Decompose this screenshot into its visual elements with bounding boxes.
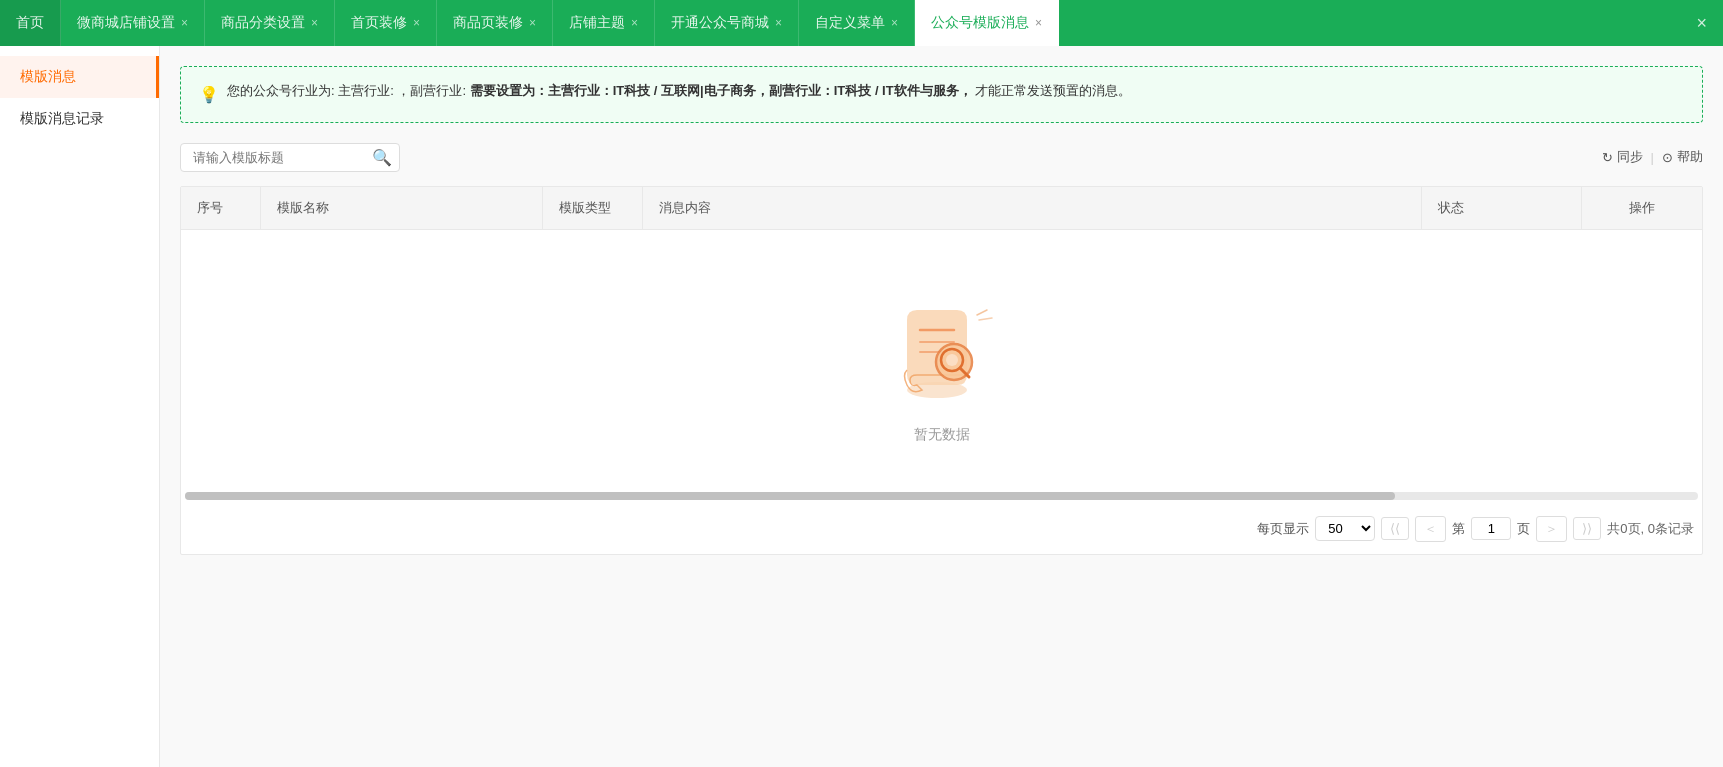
toolbar-right: ↻ 同步 | ⊙ 帮助 bbox=[1602, 148, 1703, 166]
nav-custom-menu[interactable]: 自定义菜单 × bbox=[799, 0, 915, 46]
sync-icon: ↻ bbox=[1602, 150, 1613, 165]
nav-product-page[interactable]: 商品页装修 × bbox=[437, 0, 553, 46]
nav-wsc-label: 微商城店铺设置 bbox=[77, 14, 175, 32]
horizontal-scrollbar[interactable] bbox=[181, 488, 1702, 504]
th-action: 操作 bbox=[1582, 187, 1702, 229]
nav-category[interactable]: 商品分类设置 × bbox=[205, 0, 335, 46]
page-next-button[interactable]: ＞ bbox=[1536, 516, 1567, 542]
page-label-first: 第 bbox=[1452, 520, 1465, 538]
toolbar: 🔍 ↻ 同步 | ⊙ 帮助 bbox=[180, 143, 1703, 172]
page-first-button[interactable]: ⟨⟨ bbox=[1381, 517, 1409, 540]
content-area: 💡 您的公众号行业为: 主营行业: ，副营行业: 需要设置为：主营行业：IT科技… bbox=[160, 46, 1723, 767]
search-wrap: 🔍 bbox=[180, 143, 400, 172]
nav-wsc[interactable]: 微商城店铺设置 × bbox=[61, 0, 205, 46]
empty-text: 暂无数据 bbox=[914, 426, 970, 444]
sidebar-item-template-msg[interactable]: 模版消息 bbox=[0, 56, 159, 98]
search-input[interactable] bbox=[180, 143, 400, 172]
empty-state: 暂无数据 bbox=[181, 230, 1702, 484]
page-prev-button[interactable]: ＜ bbox=[1415, 516, 1446, 542]
nav-category-close[interactable]: × bbox=[311, 16, 318, 30]
main-layout: 模版消息 模版消息记录 💡 您的公众号行业为: 主营行业: ，副营行业: 需要设… bbox=[0, 46, 1723, 767]
page-size-select[interactable]: 50 10 20 100 bbox=[1315, 516, 1375, 541]
notice-box: 💡 您的公众号行业为: 主营行业: ，副营行业: 需要设置为：主营行业：IT科技… bbox=[180, 66, 1703, 123]
nav-custom-menu-label: 自定义菜单 bbox=[815, 14, 885, 32]
sync-button[interactable]: ↻ 同步 bbox=[1602, 148, 1643, 166]
table-header: 序号 模版名称 模版类型 消息内容 状态 操作 bbox=[181, 187, 1702, 230]
page-size-label: 每页显示 bbox=[1257, 520, 1309, 538]
th-status: 状态 bbox=[1422, 187, 1582, 229]
nav-home-label: 首页 bbox=[16, 14, 44, 32]
nav-theme-label: 店铺主题 bbox=[569, 14, 625, 32]
nav-open-mall[interactable]: 开通公众号商城 × bbox=[655, 0, 799, 46]
page-total: 共0页, 0条记录 bbox=[1607, 520, 1694, 538]
page-input[interactable] bbox=[1471, 517, 1511, 540]
toolbar-divider: | bbox=[1651, 150, 1654, 165]
nav-open-mall-close[interactable]: × bbox=[775, 16, 782, 30]
notice-text: 您的公众号行业为: 主营行业: ，副营行业: 需要设置为：主营行业：IT科技 /… bbox=[227, 81, 1684, 102]
nav-category-label: 商品分类设置 bbox=[221, 14, 305, 32]
th-name: 模版名称 bbox=[261, 187, 543, 229]
nav-homepage[interactable]: 首页装修 × bbox=[335, 0, 437, 46]
lightbulb-icon: 💡 bbox=[199, 82, 219, 108]
th-seq: 序号 bbox=[181, 187, 261, 229]
data-table: 序号 模版名称 模版类型 消息内容 状态 操作 bbox=[180, 186, 1703, 555]
pagination: 每页显示 50 10 20 100 ⟨⟨ ＜ 第 页 ＞ ⟩⟩ 共0页, 0条记… bbox=[181, 504, 1702, 554]
nav-template-msg[interactable]: 公众号模版消息 × bbox=[915, 0, 1059, 46]
nav-product-page-label: 商品页装修 bbox=[453, 14, 523, 32]
sidebar-item-template-msg-record[interactable]: 模版消息记录 bbox=[0, 98, 159, 140]
nav-home[interactable]: 首页 bbox=[0, 0, 61, 46]
nav-template-msg-close[interactable]: × bbox=[1035, 16, 1042, 30]
th-type: 模版类型 bbox=[543, 187, 643, 229]
svg-line-8 bbox=[977, 310, 987, 315]
nav-homepage-label: 首页装修 bbox=[351, 14, 407, 32]
nav-template-msg-label: 公众号模版消息 bbox=[931, 14, 1029, 32]
nav-homepage-close[interactable]: × bbox=[413, 16, 420, 30]
svg-line-9 bbox=[979, 318, 992, 320]
sidebar: 模版消息 模版消息记录 bbox=[0, 46, 160, 767]
empty-illustration bbox=[882, 290, 1002, 410]
nav-custom-menu-close[interactable]: × bbox=[891, 16, 898, 30]
nav-theme[interactable]: 店铺主题 × bbox=[553, 0, 655, 46]
top-nav: 首页 微商城店铺设置 × 商品分类设置 × 首页装修 × 商品页装修 × 店铺主… bbox=[0, 0, 1723, 46]
nav-theme-close[interactable]: × bbox=[631, 16, 638, 30]
nav-product-page-close[interactable]: × bbox=[529, 16, 536, 30]
page-last-button[interactable]: ⟩⟩ bbox=[1573, 517, 1601, 540]
scrollbar-thumb[interactable] bbox=[185, 492, 1395, 500]
help-button[interactable]: ⊙ 帮助 bbox=[1662, 148, 1703, 166]
svg-point-7 bbox=[946, 354, 958, 366]
close-all-tabs-button[interactable]: × bbox=[1680, 13, 1723, 34]
page-label-page: 页 bbox=[1517, 520, 1530, 538]
th-content: 消息内容 bbox=[643, 187, 1422, 229]
help-icon: ⊙ bbox=[1662, 150, 1673, 165]
nav-open-mall-label: 开通公众号商城 bbox=[671, 14, 769, 32]
search-button[interactable]: 🔍 bbox=[372, 148, 392, 167]
nav-wsc-close[interactable]: × bbox=[181, 16, 188, 30]
scrollbar-track bbox=[185, 492, 1698, 500]
